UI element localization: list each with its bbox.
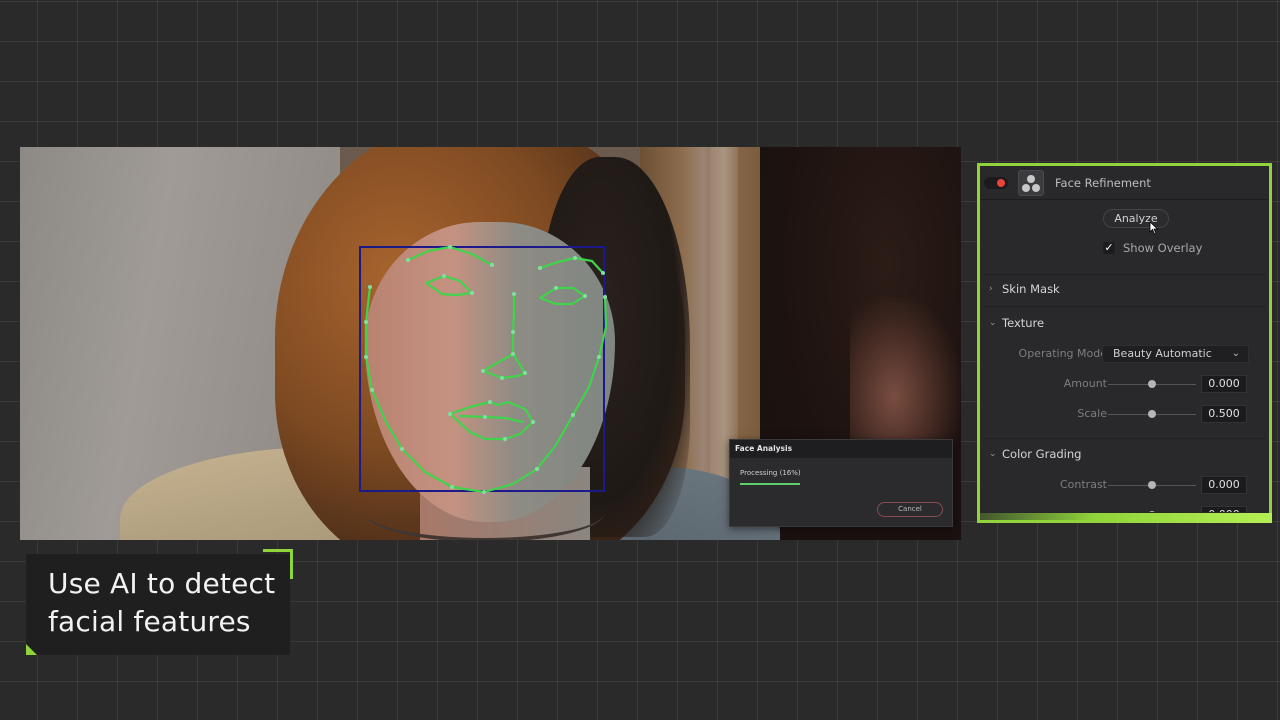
jawline-landmarks [364,285,608,494]
scale-slider[interactable] [1108,410,1196,418]
scale-label: Scale [1077,407,1107,420]
face-bounding-box [359,246,605,492]
operating-mode-value: Beauty Automatic [1113,347,1212,360]
left-eyebrow-landmarks [406,245,494,267]
section-label: Texture [1002,316,1045,330]
contrast-label: Contrast [1059,478,1107,491]
amount-label: Amount [1063,377,1107,390]
nose-landmarks [481,352,527,380]
scale-slider-thumb[interactable] [1148,410,1156,418]
contrast-slider-thumb[interactable] [1148,481,1156,489]
mouse-cursor-icon [1149,221,1159,235]
inner-lip-landmarks [458,414,525,424]
chevron-down-icon: ⌄ [989,318,997,328]
amount-slider[interactable] [1108,380,1196,388]
caption-line-1: Use AI to detect [48,567,276,600]
progress-bar [740,483,920,485]
chevron-down-icon: ⌄ [989,449,997,459]
amount-value-field[interactable]: 0.000 [1201,375,1247,393]
scale-value-field[interactable]: 0.500 [1201,405,1247,423]
caption-corner-triangle [26,644,37,655]
effect-enable-toggle[interactable] [984,176,1008,189]
resolve-node-icon [1018,169,1044,196]
panel-header: Face Refinement [980,166,1269,200]
operating-mode-label: Operating Mode [1018,347,1107,360]
section-texture[interactable]: ⌄ Texture [989,316,1044,330]
left-eye-landmarks [424,274,474,297]
toggle-indicator [997,178,1005,187]
contrast-value-field[interactable]: 0.000 [1201,476,1247,494]
cancel-button[interactable]: Cancel [877,502,943,517]
show-overlay-row[interactable]: ✓ Show Overlay [1103,241,1202,255]
operating-mode-dropdown[interactable]: Beauty Automatic ⌄ [1102,345,1249,363]
divider [984,438,1265,439]
processing-status: Processing (16%) [740,469,801,477]
panel-title: Face Refinement [1055,175,1151,190]
progress-bar-fill [740,483,801,485]
right-eye-landmarks [538,286,587,306]
caption-text: Use AI to detect facial features [48,565,308,641]
chevron-down-icon: ⌄ [1231,348,1240,359]
section-color-grading[interactable]: ⌄ Color Grading [989,447,1081,461]
section-label: Skin Mask [1002,282,1060,296]
face-analysis-dialog: Face Analysis Processing (16%) Cancel [729,439,953,527]
right-eyebrow-landmarks [538,256,605,275]
amount-slider-thumb[interactable] [1148,380,1156,388]
chevron-right-icon: › [989,284,993,294]
divider [984,274,1265,275]
caption-line-2: facial features [48,605,251,638]
next-slider-thumb[interactable] [1148,511,1156,512]
contrast-slider[interactable] [1108,481,1196,489]
show-overlay-checkbox[interactable]: ✓ [1103,242,1115,254]
dialog-title: Face Analysis [730,440,952,458]
section-skin-mask[interactable]: › Skin Mask [989,282,1060,296]
show-overlay-label: Show Overlay [1123,241,1203,255]
face-refinement-panel: Face Refinement Analyze ✓ Show Overlay ›… [980,166,1269,512]
nose-bridge-landmarks [511,292,516,356]
panel-highlight-glow [977,513,1272,523]
analyze-button[interactable]: Analyze [1103,209,1169,228]
section-label: Color Grading [1002,447,1082,461]
divider [984,306,1265,307]
next-value-field[interactable]: 0.000 [1201,506,1247,512]
